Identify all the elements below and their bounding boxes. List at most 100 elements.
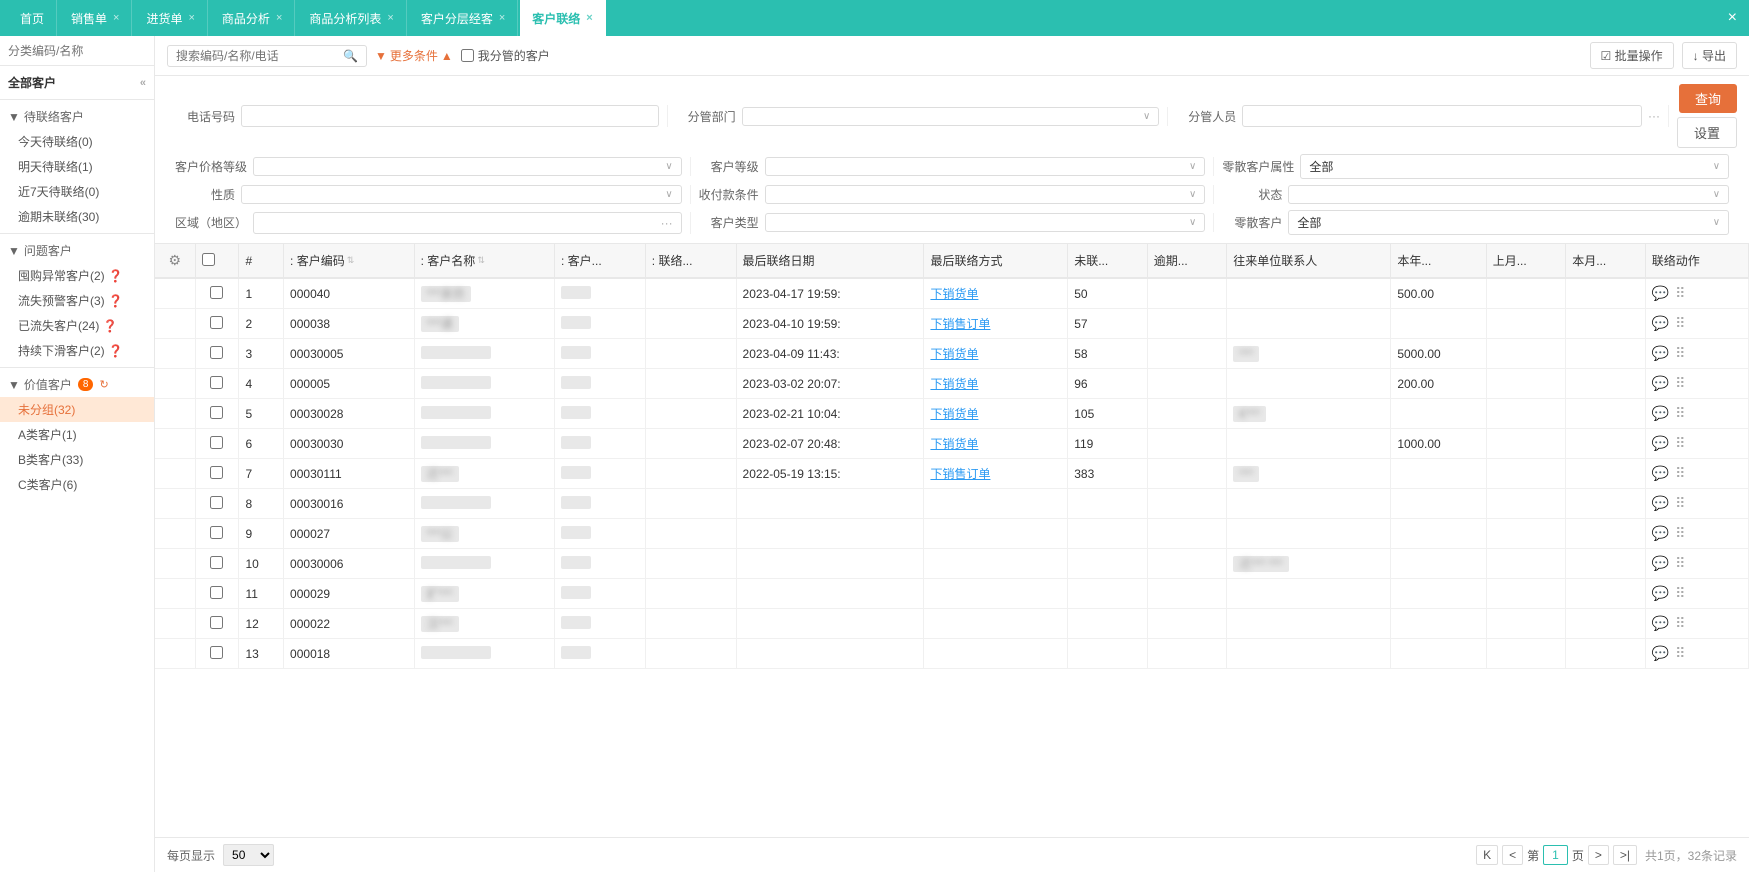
status-select[interactable]: ∨ [1288, 185, 1729, 204]
comment-icon[interactable]: 💬 [1652, 495, 1669, 512]
grid-icon[interactable]: ⠿ [1675, 645, 1685, 662]
comment-icon[interactable]: 💬 [1652, 405, 1669, 422]
comment-icon[interactable]: 💬 [1652, 645, 1669, 662]
payment-select[interactable]: ∨ [765, 185, 1206, 204]
collapse-sidebar-btn[interactable]: « [140, 77, 146, 89]
last-method-link[interactable]: 下销货单 [930, 437, 978, 451]
refresh-icon[interactable]: ↻ [99, 378, 108, 391]
sidebar-item-class-c[interactable]: C类客户(6) [0, 472, 154, 497]
last-method-link[interactable]: 下销售订单 [930, 467, 990, 481]
sidebar-item-today-pending[interactable]: 今天待联络(0) [0, 129, 154, 154]
sidebar-item-overdue-contact[interactable]: 逾期未联络(30) [0, 204, 154, 229]
comment-icon[interactable]: 💬 [1652, 555, 1669, 572]
grid-icon[interactable]: ⠿ [1675, 345, 1685, 362]
reset-button[interactable]: 设置 [1677, 117, 1737, 148]
tab-customer-segment[interactable]: 客户分层经客 × [409, 0, 518, 36]
manager-input[interactable] [1242, 105, 1642, 127]
region-more-icon[interactable]: ··· [661, 216, 673, 230]
last-method-link[interactable]: 下销售订单 [930, 317, 990, 331]
comment-icon[interactable]: 💬 [1652, 285, 1669, 302]
close-purchase-tab[interactable]: × [188, 12, 194, 24]
grid-icon[interactable]: ⠿ [1675, 615, 1685, 632]
grid-icon[interactable]: ⠿ [1675, 585, 1685, 602]
retail-select[interactable]: 全部 ∨ [1288, 210, 1729, 235]
comment-icon[interactable]: 💬 [1652, 315, 1669, 332]
row-checkbox[interactable] [210, 376, 223, 389]
comment-icon[interactable]: 💬 [1652, 345, 1669, 362]
grid-icon[interactable]: ⠿ [1675, 555, 1685, 572]
tab-home[interactable]: 首页 [8, 0, 57, 36]
sidebar-group-problem[interactable]: ▼ 问题客户 [0, 238, 154, 263]
main-search-input[interactable] [176, 49, 339, 63]
batch-ops-button[interactable]: ☑ 批量操作 [1590, 42, 1674, 69]
price-level-select[interactable]: ∨ [253, 157, 682, 176]
row-checkbox[interactable] [210, 496, 223, 509]
comment-icon[interactable]: 💬 [1652, 525, 1669, 542]
region-select[interactable]: ··· [253, 212, 682, 234]
export-button[interactable]: ↓ 导出 [1682, 42, 1737, 69]
close-customer-contact-tab[interactable]: × [586, 12, 592, 24]
grid-icon[interactable]: ⠿ [1675, 465, 1685, 482]
select-all-checkbox[interactable] [202, 253, 215, 266]
manager-more-icon[interactable]: ··· [1648, 109, 1660, 123]
last-method-link[interactable]: 下销货单 [930, 347, 978, 361]
sidebar-item-declining[interactable]: 持续下滑客户(2) ❓ [0, 338, 154, 363]
sidebar-item-churn-warning[interactable]: 流失预警客户(3) ❓ [0, 288, 154, 313]
page-size-select[interactable]: 50 20 100 [223, 844, 274, 866]
grid-icon[interactable]: ⠿ [1675, 495, 1685, 512]
close-sales-tab[interactable]: × [113, 12, 119, 24]
grid-icon[interactable]: ⠿ [1675, 435, 1685, 452]
comment-icon[interactable]: 💬 [1652, 375, 1669, 392]
last-page-btn[interactable]: >| [1613, 845, 1637, 865]
close-all-tabs[interactable]: × [1724, 5, 1741, 31]
grid-icon[interactable]: ⠿ [1675, 375, 1685, 392]
row-checkbox[interactable] [210, 466, 223, 479]
last-method-link[interactable]: 下销货单 [930, 287, 978, 301]
close-product-analysis-tab[interactable]: × [276, 12, 282, 24]
nature-select[interactable]: ∨ [241, 185, 682, 204]
sidebar-item-ungroup[interactable]: 未分组(32) [0, 397, 154, 422]
tab-product-analysis-list[interactable]: 商品分析列表 × [297, 0, 406, 36]
my-customers-checkbox[interactable]: 我分管的客户 [461, 47, 550, 64]
phone-input[interactable] [241, 105, 659, 127]
sidebar-item-7days-pending[interactable]: 近7天待联络(0) [0, 179, 154, 204]
row-checkbox[interactable] [210, 346, 223, 359]
customer-type-select[interactable]: ∨ [765, 213, 1206, 232]
row-checkbox[interactable] [210, 406, 223, 419]
row-checkbox[interactable] [210, 556, 223, 569]
close-product-analysis-list-tab[interactable]: × [387, 12, 393, 24]
sidebar-item-tomorrow-pending[interactable]: 明天待联络(1) [0, 154, 154, 179]
comment-icon[interactable]: 💬 [1652, 585, 1669, 602]
close-customer-segment-tab[interactable]: × [499, 12, 505, 24]
comment-icon[interactable]: 💬 [1652, 615, 1669, 632]
row-checkbox[interactable] [210, 436, 223, 449]
row-checkbox[interactable] [210, 616, 223, 629]
customer-level-select[interactable]: ∨ [765, 157, 1206, 176]
tab-purchase[interactable]: 进货单 × [134, 0, 207, 36]
last-method-link[interactable]: 下销货单 [930, 407, 978, 421]
my-customers-check[interactable] [461, 49, 474, 62]
retail-attr-select[interactable]: 全部 ∨ [1300, 154, 1729, 179]
prev-page-btn[interactable]: < [1502, 845, 1523, 865]
dept-select[interactable]: ∨ [742, 107, 1160, 126]
sidebar-item-class-b[interactable]: B类客户(33) [0, 447, 154, 472]
next-page-btn[interactable]: > [1588, 845, 1609, 865]
row-checkbox[interactable] [210, 586, 223, 599]
grid-icon[interactable]: ⠿ [1675, 315, 1685, 332]
grid-icon[interactable]: ⠿ [1675, 405, 1685, 422]
first-page-btn[interactable]: K [1476, 845, 1498, 865]
comment-icon[interactable]: 💬 [1652, 465, 1669, 482]
main-search-icon[interactable]: 🔍 [343, 49, 358, 63]
last-method-link[interactable]: 下销货单 [930, 377, 978, 391]
tab-product-analysis[interactable]: 商品分析 × [210, 0, 295, 36]
settings-gear-icon[interactable]: ⚙ [168, 252, 181, 268]
tab-sales[interactable]: 销售单 × [59, 0, 132, 36]
more-conditions-btn[interactable]: ▼ 更多条件 ▲ [375, 47, 453, 64]
sidebar-group-pending[interactable]: ▼ 待联络客户 [0, 104, 154, 129]
sidebar-item-class-a[interactable]: A类客户(1) [0, 422, 154, 447]
row-checkbox[interactable] [210, 286, 223, 299]
row-checkbox[interactable] [210, 526, 223, 539]
comment-icon[interactable]: 💬 [1652, 435, 1669, 452]
grid-icon[interactable]: ⠿ [1675, 525, 1685, 542]
row-checkbox[interactable] [210, 316, 223, 329]
